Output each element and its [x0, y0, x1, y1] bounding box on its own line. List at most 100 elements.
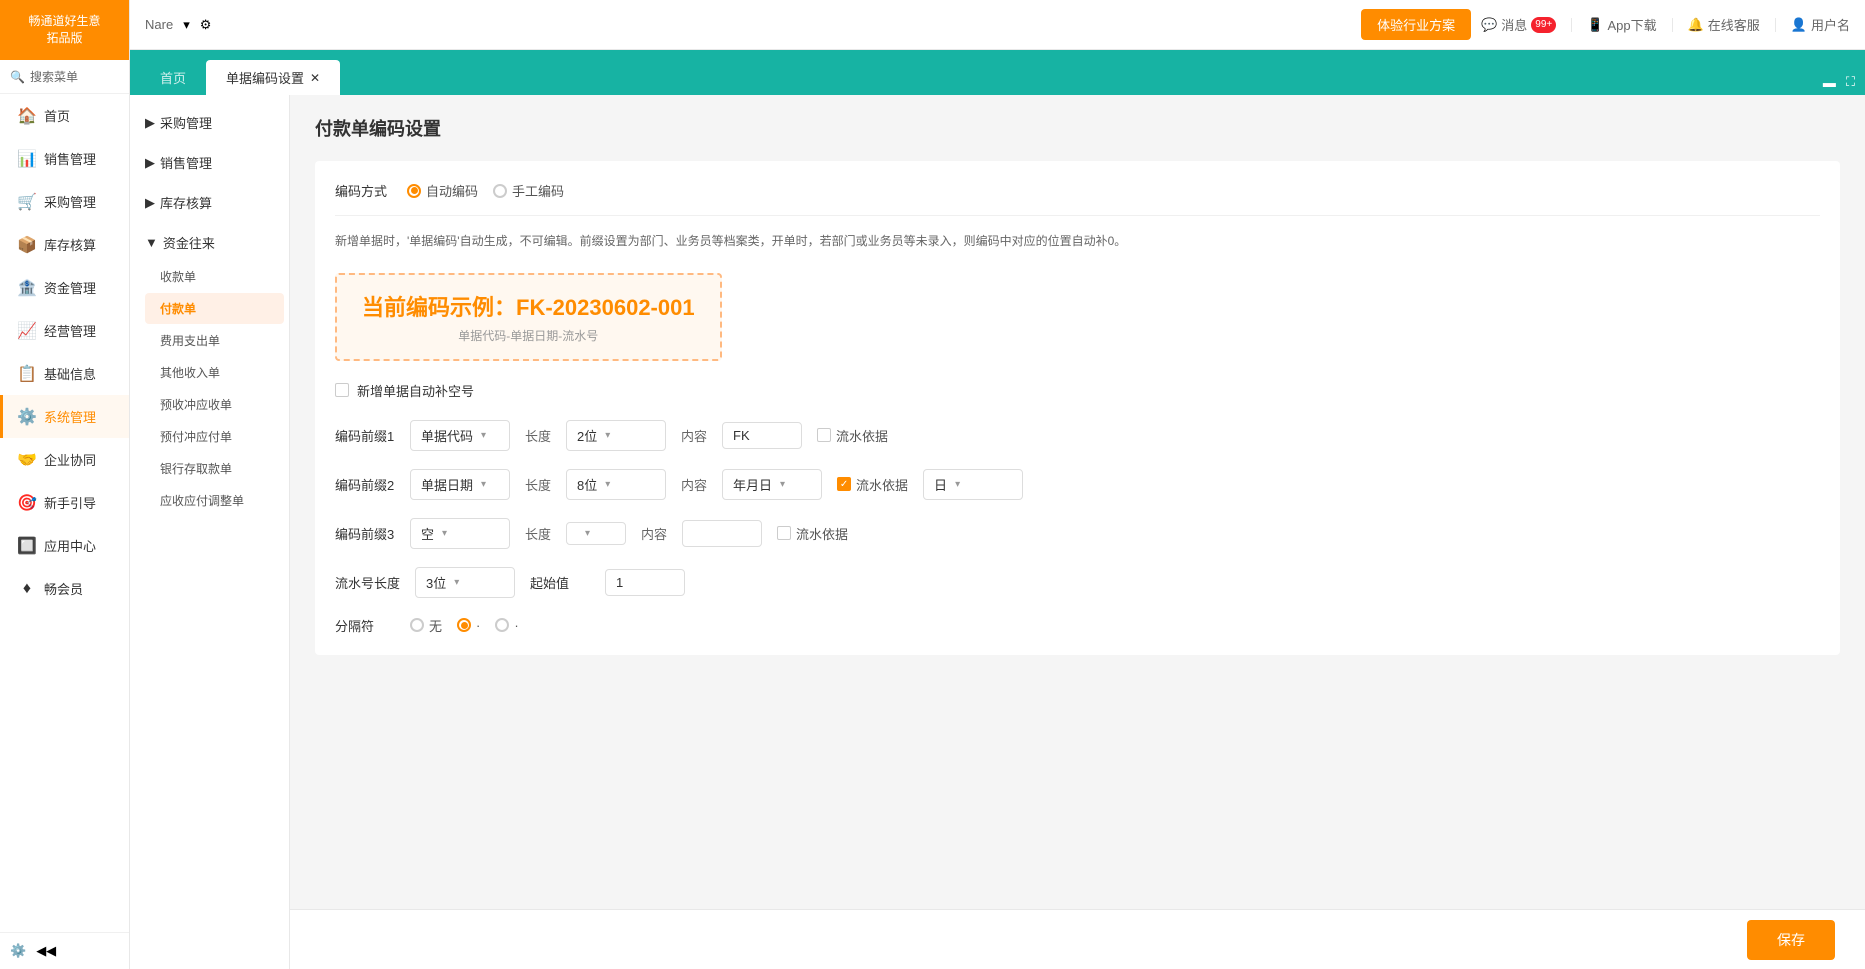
- separator-dot2-dot: [495, 618, 509, 632]
- minimize-icon[interactable]: ▬: [1823, 75, 1836, 90]
- tab-encoding-settings[interactable]: 单据编码设置 ✕: [206, 60, 340, 95]
- prefix3-arrow: ▾: [442, 528, 447, 539]
- message-button[interactable]: 💬 消息 99+: [1481, 15, 1556, 34]
- sidebar-item-base-info[interactable]: 📋 基础信息: [0, 352, 129, 395]
- prefix1-length-select[interactable]: 2位 ▾: [566, 420, 666, 451]
- chevron-down-icon[interactable]: ▾: [183, 17, 190, 33]
- sidebar-search[interactable]: 🔍 搜索菜单: [0, 60, 129, 94]
- prefix3-serial-checkbox-group: 流水依据: [777, 524, 848, 543]
- tab-close-icon[interactable]: ✕: [310, 71, 320, 85]
- prefix2-unit-arrow: ▾: [955, 479, 960, 490]
- settings-top-icon[interactable]: ⚙: [200, 17, 212, 33]
- separator-dot1-radio[interactable]: ·: [457, 618, 480, 633]
- separator-none-radio[interactable]: 无: [410, 616, 442, 635]
- auto-fill-row: 新增单据自动补空号: [335, 381, 1820, 400]
- sub-item-other-income[interactable]: 其他收入单: [145, 357, 284, 388]
- maximize-icon[interactable]: ⛶: [1846, 74, 1855, 90]
- info-text: 新增单据时，'单据编码'自动生成，不可编辑。前缀设置为部门、业务员等档案类，开单…: [335, 231, 1820, 253]
- sub-group-sales-header[interactable]: ▶ 销售管理: [130, 145, 289, 180]
- sub-item-adjustment[interactable]: 应收应付调整单: [145, 485, 284, 516]
- auto-fill-checkbox[interactable]: [335, 383, 349, 397]
- prefix2-select[interactable]: 单据日期 ▾: [410, 469, 510, 500]
- prefix3-length-select[interactable]: ▾: [566, 522, 626, 545]
- prefix1-serial-checkbox[interactable]: [817, 428, 831, 442]
- user-icon: 👤: [1791, 17, 1807, 33]
- serial-select[interactable]: 3位 ▾: [415, 567, 515, 598]
- prefix2-length-select[interactable]: 8位 ▾: [566, 469, 666, 500]
- encoding-method-label: 编码方式: [335, 181, 387, 200]
- page-title: 付款单编码设置: [315, 115, 1840, 141]
- sub-item-bank[interactable]: 银行存取款单: [145, 453, 284, 484]
- service-icon: 🔔: [1688, 17, 1704, 33]
- manual-encoding-dot: [493, 184, 507, 198]
- sub-item-payment[interactable]: 付款单: [145, 293, 284, 324]
- sidebar-item-apps[interactable]: 🔲 应用中心: [0, 524, 129, 567]
- chevron-right-icon: ▶: [145, 115, 155, 131]
- serial-label: 流水号长度: [335, 573, 400, 592]
- prefix2-serial-checkbox-group: 流水依据: [837, 475, 908, 494]
- radio-group: 自动编码 手工编码: [407, 181, 564, 200]
- prefix1-select[interactable]: 单据代码 ▾: [410, 420, 510, 451]
- system-icon: ⚙️: [18, 408, 36, 426]
- sidebar-item-purchase[interactable]: 🛒 采购管理: [0, 180, 129, 223]
- sidebar-item-system[interactable]: ⚙️ 系统管理: [0, 395, 129, 438]
- divider3: [1775, 18, 1776, 32]
- prefix1-length-label: 长度: [525, 426, 551, 445]
- chevron-right-icon2: ▶: [145, 155, 155, 171]
- try-industry-button[interactable]: 体验行业方案: [1361, 9, 1471, 40]
- apps-icon: 🔲: [18, 537, 36, 555]
- settings-icon[interactable]: ⚙️: [10, 943, 26, 959]
- member-icon: ♦: [18, 580, 36, 598]
- sidebar-item-sales[interactable]: 📊 销售管理: [0, 137, 129, 180]
- prefix3-content-input[interactable]: [682, 520, 762, 547]
- sub-group-inventory: ▶ 库存核算: [130, 185, 289, 220]
- sub-group-capital-header[interactable]: ▼ 资金往来: [130, 225, 289, 260]
- sidebar-item-inventory[interactable]: 📦 库存核算: [0, 223, 129, 266]
- search-icon: 🔍: [10, 70, 25, 84]
- online-service-button[interactable]: 🔔 在线客服: [1688, 15, 1760, 34]
- save-button[interactable]: 保存: [1747, 920, 1835, 960]
- sidebar-item-member[interactable]: ♦ 畅会员: [0, 567, 129, 610]
- sidebar-item-home[interactable]: 🏠 首页: [0, 94, 129, 137]
- main-area: Nare ▾ ⚙ 体验行业方案 💬 消息 99+ 📱 App下载 🔔 在线客服 …: [130, 0, 1865, 969]
- sub-item-prepay-payable[interactable]: 预付冲应付单: [145, 421, 284, 452]
- sub-group-purchase-header[interactable]: ▶ 采购管理: [130, 105, 289, 140]
- sub-item-prepay-receivable[interactable]: 预收冲应收单: [145, 389, 284, 420]
- serial-start-input[interactable]: [605, 569, 685, 596]
- separator-radio-group: 无 · ·: [410, 616, 519, 635]
- prefix1-serial-checkbox-group: 流水依据: [817, 426, 888, 445]
- prefix3-content-label: 内容: [641, 524, 667, 543]
- prefix3-select[interactable]: 空 ▾: [410, 518, 510, 549]
- prefix1-content-input[interactable]: [722, 422, 802, 449]
- content-wrap: ▶ 采购管理 ▶ 销售管理 ▶ 库存核算 ▼ 资金往来: [130, 95, 1865, 969]
- user-menu[interactable]: 👤 用户名: [1791, 15, 1850, 34]
- prefix3-serial-checkbox[interactable]: [777, 526, 791, 540]
- prefix2-serial-checkbox[interactable]: [837, 477, 851, 491]
- prefix2-length-label: 长度: [525, 475, 551, 494]
- sidebar-item-collab[interactable]: 🤝 企业协同: [0, 438, 129, 481]
- base-info-icon: 📋: [18, 365, 36, 383]
- sidebar-item-guide[interactable]: 🎯 新手引导: [0, 481, 129, 524]
- sub-item-receipt[interactable]: 收款单: [145, 261, 284, 292]
- prefix3-row: 编码前缀3 空 ▾ 长度 ▾ 内容: [335, 518, 1820, 549]
- save-bar: 保存: [290, 909, 1865, 969]
- divider2: [1672, 18, 1673, 32]
- sub-item-expense[interactable]: 费用支出单: [145, 325, 284, 356]
- sub-group-inventory-header[interactable]: ▶ 库存核算: [130, 185, 289, 220]
- left-sidebar: 畅通道好生意 拓品版 🔍 搜索菜单 🏠 首页 📊 销售管理 🛒 采购管理 📦 库…: [0, 0, 130, 969]
- collapse-icon[interactable]: ◀◀: [36, 943, 56, 959]
- separator-dot2-radio[interactable]: ·: [495, 618, 518, 633]
- app-download-button[interactable]: 📱 App下载: [1587, 15, 1656, 34]
- sales-icon: 📊: [18, 150, 36, 168]
- prefix3-length-arrow: ▾: [585, 528, 590, 539]
- manual-encoding-radio[interactable]: 手工编码: [493, 181, 564, 200]
- sidebar-item-operation[interactable]: 📈 经营管理: [0, 309, 129, 352]
- sidebar-item-finance[interactable]: 🏦 资金管理: [0, 266, 129, 309]
- serial-start-label: 起始值: [530, 573, 590, 592]
- auto-encoding-radio[interactable]: 自动编码: [407, 181, 478, 200]
- tabbar: 首页 单据编码设置 ✕ ▬ ⛶: [130, 50, 1865, 95]
- prefix2-content-select[interactable]: 年月日 ▾: [722, 469, 822, 500]
- prefix2-serial-unit-select[interactable]: 日 ▾: [923, 469, 1023, 500]
- tab-home[interactable]: 首页: [140, 60, 206, 95]
- separator-none-dot: [410, 618, 424, 632]
